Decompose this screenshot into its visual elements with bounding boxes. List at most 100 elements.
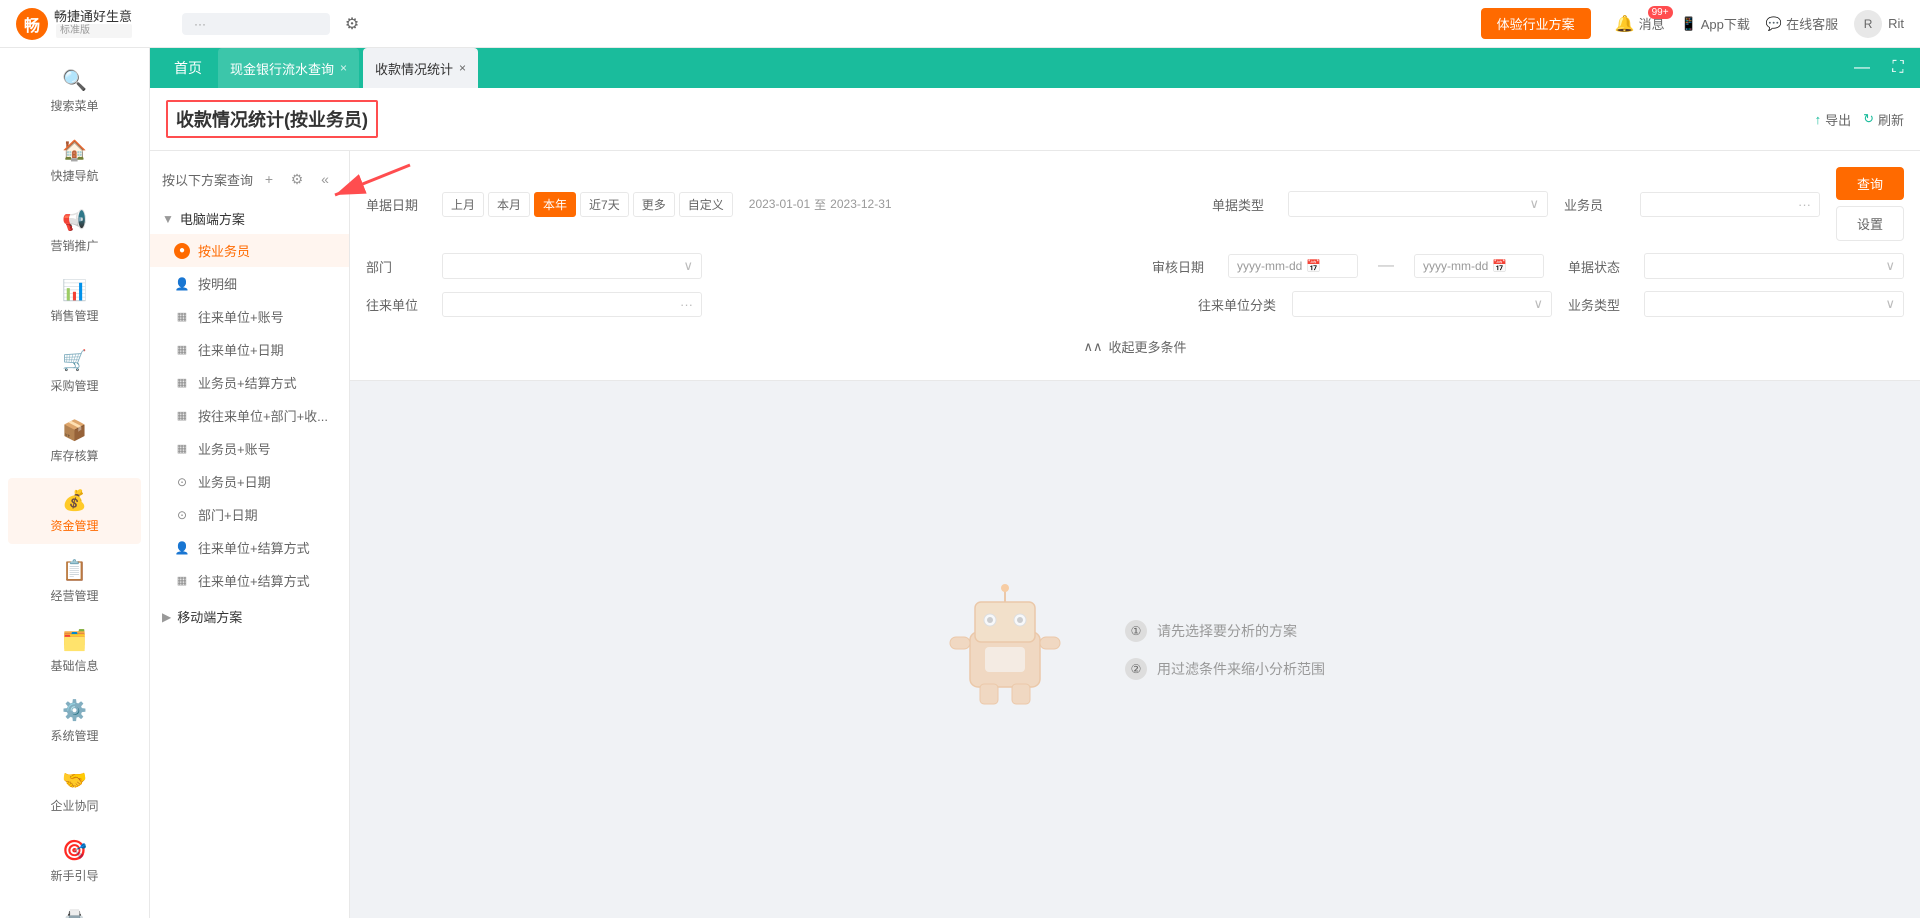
- trial-button[interactable]: 体验行业方案: [1481, 8, 1591, 39]
- scheme-desktop-section: ▼ 电脑端方案 ● 按业务员 👤 按明细: [150, 199, 349, 601]
- date-btn-more[interactable]: 更多: [633, 192, 675, 217]
- partner-select[interactable]: ···: [442, 292, 702, 317]
- right-panel: 单据日期 上月 本月 本年 近7天 更多 自定义 2023-01-01: [350, 151, 1920, 918]
- desktop-scheme-title[interactable]: ▼ 电脑端方案: [150, 203, 349, 234]
- detail-icon: 👤: [174, 276, 190, 292]
- enterprise-icon: 🤝: [62, 768, 87, 793]
- panel-collapse-button[interactable]: «: [313, 167, 337, 191]
- sidebar-item-search-menu[interactable]: 🔍 搜索菜单: [8, 58, 141, 124]
- collapse-more-button[interactable]: ∧∧ 收起更多条件: [366, 329, 1904, 364]
- page-header-actions: ↑ 导出 ↻ 刷新: [1815, 110, 1904, 129]
- dept-date-icon: ⊙: [174, 507, 190, 523]
- scheme-settings-button[interactable]: ⚙: [285, 167, 309, 191]
- app-download-button[interactable]: 📱 App下载: [1681, 14, 1750, 33]
- page-header: 收款情况统计(按业务员) ↑ 导出 ↻ 刷新: [150, 88, 1920, 151]
- doc-type-select[interactable]: ∨: [1288, 191, 1548, 217]
- salesperson-select[interactable]: ···: [1640, 192, 1820, 217]
- smart-hardware-icon: 🖨️: [62, 908, 87, 918]
- quick-nav-icon: 🏠: [62, 138, 87, 163]
- tab-minimize-icon[interactable]: —: [1848, 54, 1876, 82]
- tab-cash-bank[interactable]: 现金银行流水查询 ×: [218, 48, 359, 88]
- panel-header-icons: + ⚙ «: [257, 167, 337, 191]
- sidebar-item-operations[interactable]: 📋 经营管理: [8, 548, 141, 614]
- business-type-label: 业务类型: [1568, 295, 1628, 314]
- refresh-button[interactable]: ↻ 刷新: [1863, 110, 1904, 129]
- scheme-item-by-detail[interactable]: 👤 按明细: [150, 267, 349, 300]
- top-header: 畅 畅捷通好生意 标准版 ··· ⚙ 体验行业方案 🔔 消息 99+ 📱 App…: [0, 0, 1920, 48]
- salesperson-account-icon: ▦: [174, 441, 190, 457]
- system-icon: ⚙️: [62, 698, 87, 723]
- scheme-item-salesperson-settlement[interactable]: ▦ 业务员+结算方式: [150, 366, 349, 399]
- partner-more-icon: ···: [680, 297, 693, 312]
- settings-icon[interactable]: ⚙: [338, 10, 366, 38]
- filter-settings-button[interactable]: 设置: [1836, 206, 1904, 241]
- inventory-icon: 📦: [62, 418, 87, 443]
- sidebar-item-beginner[interactable]: 🎯 新手引导: [8, 828, 141, 894]
- sidebar-item-sales[interactable]: 📊 销售管理: [8, 268, 141, 334]
- scheme-item-partner-settlement2[interactable]: ▦ 往来单位+结算方式: [150, 564, 349, 597]
- business-type-select[interactable]: ∨: [1644, 291, 1904, 317]
- scheme-item-partner-account[interactable]: ▦ 往来单位+账号: [150, 300, 349, 333]
- date-btn-this-month[interactable]: 本月: [488, 192, 530, 217]
- date-btn-last-month[interactable]: 上月: [442, 192, 484, 217]
- sidebar-item-finance[interactable]: 💰 资金管理: [8, 478, 141, 544]
- query-button[interactable]: 查询: [1836, 167, 1904, 200]
- sidebar-item-basic-info[interactable]: 🗂️ 基础信息: [8, 618, 141, 684]
- left-panel: 按以下方案查询 + ⚙ « ▼ 电脑端方案: [150, 151, 350, 918]
- desktop-arrow-icon: ▼: [162, 212, 174, 226]
- beginner-icon: 🎯: [62, 838, 87, 863]
- empty-tip-1: ① 请先选择要分析的方案: [1125, 620, 1325, 642]
- sidebar-item-enterprise[interactable]: 🤝 企业协同: [8, 758, 141, 824]
- scheme-item-partner-settlement1[interactable]: 👤 往来单位+结算方式: [150, 531, 349, 564]
- scheme-item-dept-date[interactable]: ⊙ 部门+日期: [150, 498, 349, 531]
- tab-home[interactable]: 首页: [158, 48, 218, 88]
- department-label: 部门: [366, 257, 426, 276]
- partner-category-select[interactable]: ∨: [1292, 291, 1552, 317]
- date-btn-this-year[interactable]: 本年: [534, 192, 576, 217]
- scheme-item-salesperson-date[interactable]: ⊙ 业务员+日期: [150, 465, 349, 498]
- scheme-item-salesperson-account[interactable]: ▦ 业务员+账号: [150, 432, 349, 465]
- partner-cat-arrow-icon: ∨: [1533, 296, 1543, 312]
- tab-close-receivable[interactable]: ×: [459, 61, 466, 75]
- department-select[interactable]: ∨: [442, 253, 702, 279]
- add-scheme-button[interactable]: +: [257, 167, 281, 191]
- customer-service-button[interactable]: 💬 在线客服: [1766, 14, 1838, 33]
- content-area: 首页 现金银行流水查询 × 收款情况统计 × — ⛶ 收款情况统计(按业务员): [150, 48, 1920, 918]
- purchase-icon: 🛒: [62, 348, 87, 373]
- tab-close-cash-bank[interactable]: ×: [340, 61, 347, 75]
- scheme-item-partner-dept-collection[interactable]: ▦ 按往来单位+部门+收...: [150, 399, 349, 432]
- export-button[interactable]: ↑ 导出: [1815, 110, 1852, 129]
- mobile-scheme-section[interactable]: ▶ 移动端方案: [150, 601, 349, 632]
- partner-date-icon: ▦: [174, 342, 190, 358]
- page-content: 收款情况统计(按业务员) ↑ 导出 ↻ 刷新: [150, 88, 1920, 918]
- sidebar-item-smart-hardware[interactable]: 🖨️ 智能硬件: [8, 898, 141, 918]
- sidebar-item-marketing[interactable]: 📢 营销推广: [8, 198, 141, 264]
- tab-receivable-stats[interactable]: 收款情况统计 ×: [363, 48, 478, 88]
- tip-number-1: ①: [1125, 620, 1147, 642]
- tab-maximize-icon[interactable]: ⛶: [1884, 54, 1912, 82]
- review-date-to-input[interactable]: yyyy-mm-dd 📅: [1414, 254, 1544, 278]
- tab-bar: 首页 现金银行流水查询 × 收款情况统计 × — ⛶: [150, 48, 1920, 88]
- business-type-arrow-icon: ∨: [1885, 296, 1895, 312]
- scheme-item-by-salesperson[interactable]: ● 按业务员: [150, 234, 349, 267]
- salesperson-arrow-icon: ···: [1798, 197, 1811, 212]
- sidebar-item-quick-nav[interactable]: 🏠 快捷导航: [8, 128, 141, 194]
- app-name: 畅捷通好生意: [54, 9, 132, 25]
- search-breadcrumb: ···: [182, 13, 330, 35]
- main-layout: 🔍 搜索菜单 🏠 快捷导航 📢 营销推广 📊 销售管理 🛒 采购管理 📦 库存核…: [0, 0, 1920, 918]
- notification-button[interactable]: 🔔 消息 99+: [1615, 14, 1665, 34]
- date-btn-7days[interactable]: 近7天: [580, 192, 629, 217]
- filter-row-2: 部门 ∨ 审核日期 yyyy-mm-dd 📅 —: [366, 253, 1904, 279]
- filter-action-buttons: 查询 设置: [1836, 167, 1904, 241]
- date-btn-custom[interactable]: 自定义: [679, 192, 733, 217]
- sidebar-item-inventory[interactable]: 📦 库存核算: [8, 408, 141, 474]
- scheme-item-partner-date[interactable]: ▦ 往来单位+日期: [150, 333, 349, 366]
- sidebar-item-system[interactable]: ⚙️ 系统管理: [8, 688, 141, 754]
- doc-status-select[interactable]: ∨: [1644, 253, 1904, 279]
- review-date-from-input[interactable]: yyyy-mm-dd 📅: [1228, 254, 1358, 278]
- collapse-up-icon: ∧∧: [1083, 339, 1102, 355]
- page-body: 按以下方案查询 + ⚙ « ▼ 电脑端方案: [150, 151, 1920, 918]
- empty-tips: ① 请先选择要分析的方案 ② 用过滤条件来缩小分析范围: [1125, 620, 1325, 680]
- sidebar-item-purchase[interactable]: 🛒 采购管理: [8, 338, 141, 404]
- user-profile-button[interactable]: R Rit: [1854, 10, 1904, 38]
